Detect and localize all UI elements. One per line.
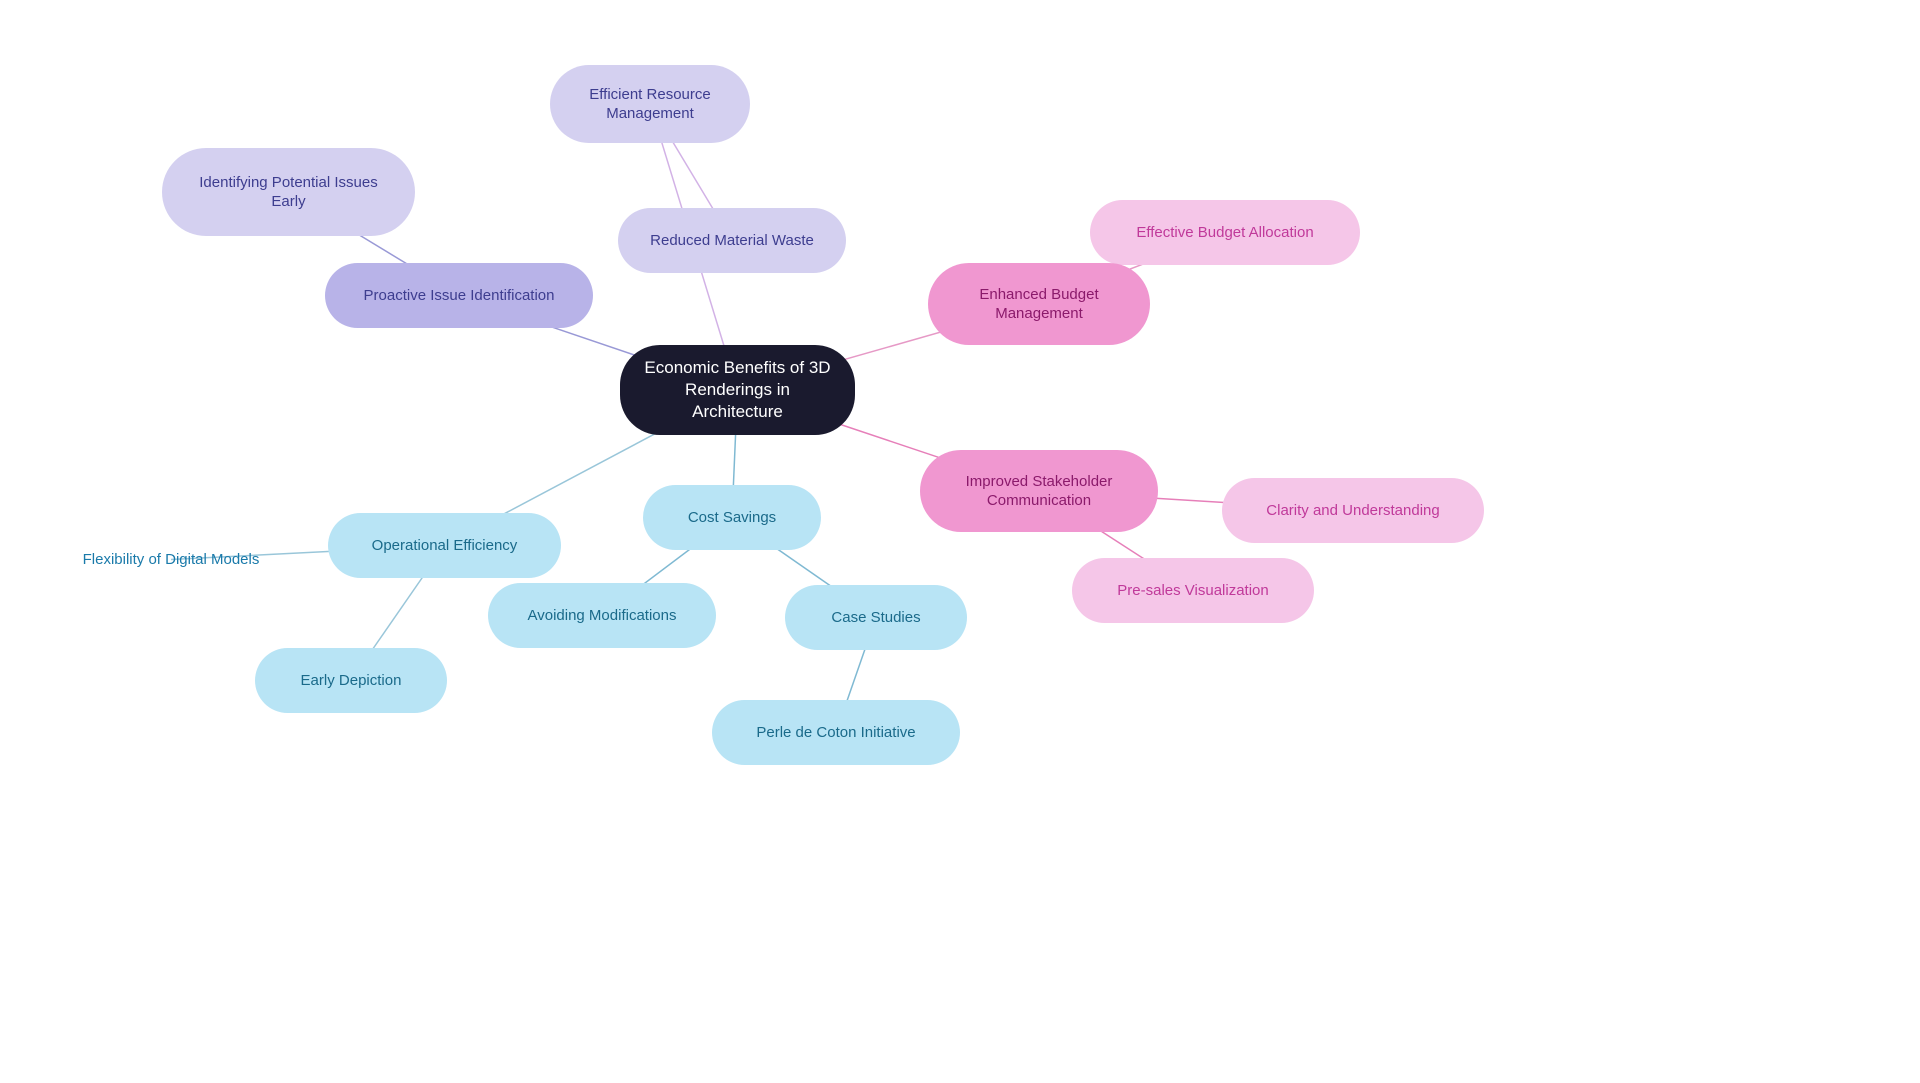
flexibility-digital-label: Flexibility of Digital Models [83, 550, 260, 570]
cost-savings-label: Cost Savings [688, 508, 776, 528]
perle-de-coton-node: Perle de Coton Initiative [712, 700, 960, 765]
cost-savings-node: Cost Savings [643, 485, 821, 550]
avoiding-modifications-node: Avoiding Modifications [488, 583, 716, 648]
identifying-potential-node: Identifying Potential Issues Early [162, 148, 415, 236]
effective-budget-label: Effective Budget Allocation [1136, 223, 1313, 243]
operational-efficiency-label: Operational Efficiency [372, 536, 518, 556]
improved-stakeholder-node: Improved Stakeholder Communication [920, 450, 1158, 532]
early-depiction-node: Early Depiction [255, 648, 447, 713]
clarity-understanding-label: Clarity and Understanding [1266, 501, 1439, 521]
efficient-resource-label: Efficient Resource Management [589, 85, 710, 124]
case-studies-node: Case Studies [785, 585, 967, 650]
pre-sales-label: Pre-sales Visualization [1117, 581, 1268, 601]
center-node: Economic Benefits of 3D Renderings in Ar… [620, 345, 855, 435]
enhanced-budget-label: Enhanced Budget Management [979, 285, 1098, 324]
proactive-issue-label: Proactive Issue Identification [364, 286, 555, 306]
improved-stakeholder-label: Improved Stakeholder Communication [966, 472, 1113, 511]
reduced-material-node: Reduced Material Waste [618, 208, 846, 273]
proactive-issue-node: Proactive Issue Identification [325, 263, 593, 328]
avoiding-modifications-label: Avoiding Modifications [528, 606, 677, 626]
identifying-potential-label: Identifying Potential Issues Early [199, 173, 377, 212]
effective-budget-node: Effective Budget Allocation [1090, 200, 1360, 265]
case-studies-label: Case Studies [831, 608, 920, 628]
reduced-material-label: Reduced Material Waste [650, 231, 814, 251]
mindmap-container: Economic Benefits of 3D Renderings in Ar… [0, 0, 1920, 1083]
operational-efficiency-node: Operational Efficiency [328, 513, 561, 578]
early-depiction-label: Early Depiction [301, 671, 402, 691]
clarity-understanding-node: Clarity and Understanding [1222, 478, 1484, 543]
flexibility-digital-node: Flexibility of Digital Models [42, 527, 300, 592]
enhanced-budget-node: Enhanced Budget Management [928, 263, 1150, 345]
pre-sales-node: Pre-sales Visualization [1072, 558, 1314, 623]
efficient-resource-node: Efficient Resource Management [550, 65, 750, 143]
perle-de-coton-label: Perle de Coton Initiative [756, 723, 915, 743]
center-label: Economic Benefits of 3D Renderings in Ar… [642, 357, 833, 423]
